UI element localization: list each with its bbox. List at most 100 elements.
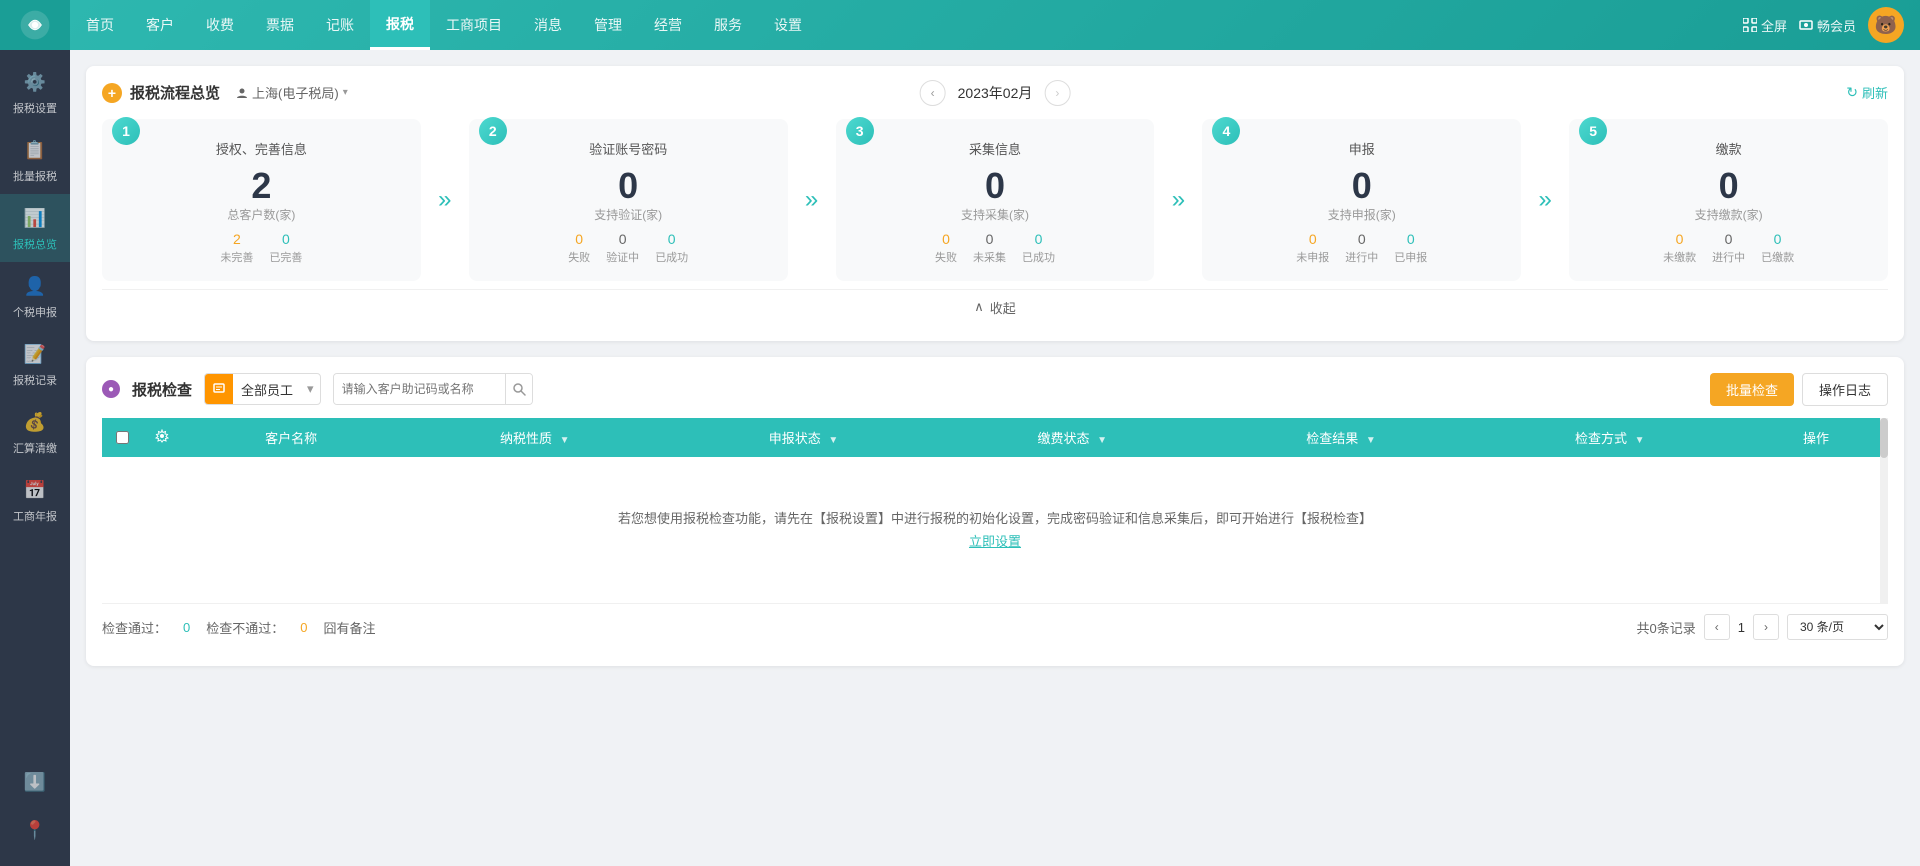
check-pass-num[interactable]: 0 [183,620,190,635]
annual-report-icon: 📅 [21,476,49,504]
flow-steps: 1 授权、完善信息 2 总客户数(家) 2 未完善 0 已完善 » [102,119,1888,281]
user-small-icon [236,87,248,99]
declare-filter-icon[interactable]: ▼ [828,435,838,446]
col-check-method: 检查方式 ▼ [1475,418,1744,457]
nav-manage[interactable]: 管理 [578,0,638,50]
step-2-detail-1: 0 验证中 [606,231,639,265]
nav-operation[interactable]: 经营 [638,0,698,50]
fullscreen-btn[interactable]: 全屏 [1743,16,1787,35]
step-3-details: 0 失败 0 未采集 0 已成功 [852,231,1139,265]
step-3-num: 3 [846,117,874,145]
result-filter-icon[interactable]: ▼ [1366,435,1376,446]
operation-log-btn[interactable]: 操作日志 [1802,373,1888,406]
employee-filter[interactable]: 全部员工 ▾ [204,373,321,405]
scrollbar-thumb[interactable] [1880,418,1888,458]
refresh-btn[interactable]: ↻ 刷新 [1846,83,1888,102]
step-1-detail-0: 2 未完善 [220,231,253,265]
step-4-detail-2: 0 已申报 [1394,231,1427,265]
step-4-title: 申报 [1218,139,1505,158]
prev-month-btn[interactable]: ‹ [920,80,946,106]
setup-link[interactable]: 立即设置 [969,534,1021,549]
col-checkbox [102,418,142,457]
sidebar-location[interactable]: 📍 [0,806,70,854]
nav-tax[interactable]: 报税 [370,0,430,50]
sidebar-item-settlement[interactable]: 💰 汇算清缴 [0,398,70,466]
step-1-title: 授权、完善信息 [118,139,405,158]
nav-fee[interactable]: 收费 [190,0,250,50]
next-page-btn[interactable]: › [1753,614,1779,640]
sidebar-item-annual-report[interactable]: 📅 工商年报 [0,466,70,534]
check-header: ● 报税检查 全部员工 ▾ [102,373,1888,406]
sidebar-bottom: ⬇️ 📍 [0,758,70,866]
collapse-btn[interactable]: ∧ 收起 [102,289,1888,325]
step-4-label: 支持申报(家) [1218,206,1505,223]
step-2-label: 支持验证(家) [485,206,772,223]
date-nav: ‹ 2023年02月 › [920,80,1071,106]
total-records: 共0条记录 [1637,618,1696,637]
nav-accounting[interactable]: 记账 [310,0,370,50]
sidebar-item-batch-tax[interactable]: 📋 批量报税 [0,126,70,194]
step-1-count: 2 [118,166,405,206]
overview-title-icon: + [102,83,122,103]
method-filter-icon[interactable]: ▼ [1635,435,1645,446]
step-5-detail-1: 0 进行中 [1712,231,1745,265]
flow-step-2: 2 验证账号密码 0 支持验证(家) 0 失败 0 验证中 0 已成功 [469,119,788,281]
search-input[interactable] [334,374,505,404]
tax-overview-icon: 📊 [21,204,49,232]
step-4-details: 0 未申报 0 进行中 0 已申报 [1218,231,1505,265]
flow-arrow-1: » [421,186,469,214]
step-5-num: 5 [1579,117,1607,145]
nav-business[interactable]: 工商项目 [430,0,518,50]
membership-btn[interactable]: 畅会员 [1799,16,1856,35]
flow-arrow-2: » [788,186,836,214]
step-2-num: 2 [479,117,507,145]
col-customer-name: 客户名称 [182,418,400,457]
step-1-num: 1 [112,117,140,145]
next-month-btn[interactable]: › [1044,80,1070,106]
sidebar-item-tax-record[interactable]: 📝 报税记录 [0,330,70,398]
download-icon: ⬇️ [21,768,49,796]
flow-step-4: 4 申报 0 支持申报(家) 0 未申报 0 进行中 0 已申报 [1202,119,1521,281]
step-3-label: 支持采集(家) [852,206,1139,223]
step-2-details: 0 失败 0 验证中 0 已成功 [485,231,772,265]
nav-service[interactable]: 服务 [698,0,758,50]
user-avatar[interactable]: 🐻 [1868,7,1904,43]
col-operation: 操作 [1744,418,1888,457]
prev-page-btn[interactable]: ‹ [1704,614,1730,640]
flow-step-1: 1 授权、完善信息 2 总客户数(家) 2 未完善 0 已完善 [102,119,421,281]
employee-icon [213,383,225,395]
flow-step-3: 3 采集信息 0 支持采集(家) 0 失败 0 未采集 0 已成功 [836,119,1155,281]
pay-filter-icon[interactable]: ▼ [1097,435,1107,446]
tax-type-filter-icon[interactable]: ▼ [560,435,570,446]
nav-message[interactable]: 消息 [518,0,578,50]
sidebar-item-tax-settings[interactable]: ⚙️ 报税设置 [0,58,70,126]
collapse-icon: ∧ [974,299,984,315]
nav-customer[interactable]: 客户 [130,0,190,50]
scrollbar-track[interactable] [1880,418,1888,605]
nav-home[interactable]: 首页 [70,0,130,50]
search-btn[interactable] [505,374,532,404]
overview-section: + 报税流程总览 上海(电子税局) ▾ ‹ 2023年02月 › ↻ 刷新 [86,66,1904,341]
step-2-detail-2: 0 已成功 [655,231,688,265]
check-title-icon: ● [102,380,120,398]
employee-filter-icon [205,374,233,404]
nav-settings[interactable]: 设置 [758,0,818,50]
col-settings [142,418,182,457]
location-tag[interactable]: 上海(电子税局) ▾ [236,83,348,102]
sidebar-item-personal-report[interactable]: 👤 个税申报 [0,262,70,330]
employee-dropdown-arrow[interactable]: ▾ [301,381,320,397]
select-all-checkbox[interactable] [116,431,129,444]
check-pass-label: 检查通过： [102,618,167,637]
batch-check-btn[interactable]: 批量检查 [1710,373,1794,406]
sidebar: ⚙️ 报税设置 📋 批量报税 📊 报税总览 👤 个税申报 📝 报税记录 💰 汇算… [0,50,70,866]
page-size-select[interactable]: 30 条/页 50 条/页 100 条/页 [1787,614,1888,640]
step-5-details: 0 未缴款 0 进行中 0 已缴款 [1585,231,1872,265]
step-5-detail-2: 0 已缴款 [1761,231,1794,265]
step-5-detail-0: 0 未缴款 [1663,231,1696,265]
nav-invoice[interactable]: 票据 [250,0,310,50]
action-btns: 批量检查 操作日志 [1710,373,1888,406]
check-fail-num[interactable]: 0 [300,620,307,635]
sidebar-download[interactable]: ⬇️ [0,758,70,806]
sidebar-item-tax-overview[interactable]: 📊 报税总览 [0,194,70,262]
page-num: 1 [1738,620,1745,635]
